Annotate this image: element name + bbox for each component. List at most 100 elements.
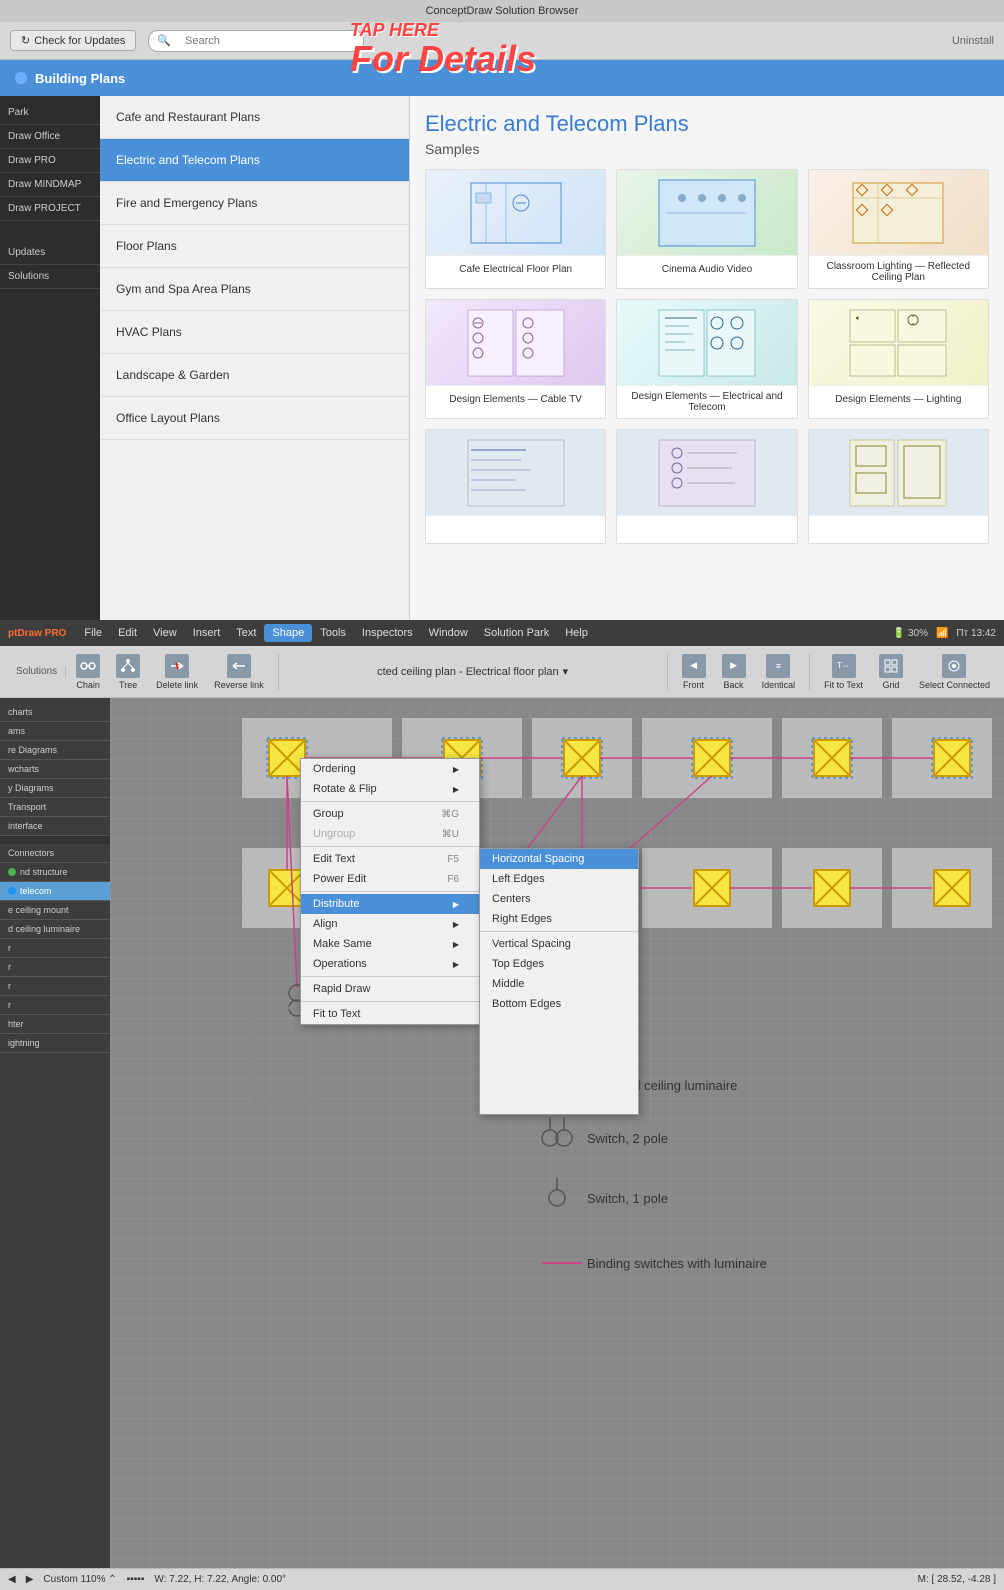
fit-to-text-tool[interactable]: T⇔ Fit to Text — [818, 652, 869, 692]
sidebar-item-solutions[interactable]: Solutions — [0, 265, 100, 289]
panel-item-transport[interactable]: Transport — [0, 798, 110, 817]
sample-card-7[interactable] — [425, 429, 606, 544]
ctx-left-edges[interactable]: Left Edges — [480, 869, 638, 889]
panel-item-ceiling-luminaire[interactable]: d ceiling luminaire — [0, 920, 110, 939]
titlebar-text: ConceptDraw Solution Browser — [426, 5, 579, 17]
panel-item-r2[interactable]: r — [0, 958, 110, 977]
page-nav-next[interactable]: ▶ — [26, 1574, 34, 1585]
sample-card-6[interactable]: Design Elements — Lighting — [808, 299, 989, 419]
zoom-level[interactable]: Custom 110% ⌃ — [43, 1574, 116, 1585]
panel-item-r3[interactable]: r — [0, 977, 110, 996]
ctx-align[interactable]: Align ▶ — [301, 914, 479, 934]
panel-item-hter[interactable]: hter — [0, 1015, 110, 1034]
grid-tool[interactable]: Grid — [873, 652, 909, 692]
panel-item-y-diagrams[interactable]: y Diagrams — [0, 779, 110, 798]
delete-link-label: Delete link — [156, 680, 198, 690]
sidebar-item-updates[interactable]: Updates — [0, 241, 100, 265]
ctx-centers[interactable]: Centers — [480, 889, 638, 909]
panel-item-r1[interactable]: r — [0, 939, 110, 958]
ctx-ordering[interactable]: Ordering ▶ — [301, 759, 479, 779]
sample-card-1[interactable]: Cafe Electrical Floor Plan — [425, 169, 606, 289]
panel-item-charts[interactable]: charts — [0, 703, 110, 722]
ctx-operations[interactable]: Operations ▶ — [301, 954, 479, 974]
sidebar-item-draw-office[interactable]: Draw Office — [0, 125, 100, 149]
front-tool[interactable]: ◀ Front — [676, 652, 712, 692]
ctx-rotate-flip[interactable]: Rotate & Flip ▶ — [301, 779, 479, 799]
ctx-rapid-draw[interactable]: Rapid Draw — [301, 979, 479, 999]
panel-item-re-diagrams[interactable]: re Diagrams — [0, 741, 110, 760]
menu-shape[interactable]: Shape — [264, 624, 312, 642]
ctx-vertical-spacing[interactable]: Vertical Spacing — [480, 934, 638, 954]
chain-tool[interactable]: Chain — [70, 652, 106, 692]
menu-insert[interactable]: Insert — [185, 624, 229, 642]
menu-help[interactable]: Help — [557, 624, 596, 642]
ctx-make-same[interactable]: Make Same ▶ — [301, 934, 479, 954]
nav-floor-plans[interactable]: Floor Plans — [100, 225, 409, 268]
nav-office-layout[interactable]: Office Layout Plans — [100, 397, 409, 440]
ctx-rapid-draw-label: Rapid Draw — [313, 983, 370, 995]
ctx-horizontal-spacing[interactable]: Horizontal Spacing — [480, 849, 638, 869]
dp-statusbar: ◀ ▶ Custom 110% ⌃ ▪▪▪▪▪ W: 7.22, H: 7.22… — [0, 1568, 1004, 1590]
reverse-link-tool[interactable]: Reverse link — [208, 652, 270, 692]
ctx-middle[interactable]: Middle — [480, 974, 638, 994]
menu-text[interactable]: Text — [228, 624, 264, 642]
nav-electric-telecom[interactable]: Electric and Telecom Plans — [100, 139, 409, 182]
delete-link-tool[interactable]: Delete link — [150, 652, 204, 692]
promo-overlay[interactable]: TAP HERE For Details — [350, 20, 536, 77]
menu-file[interactable]: File — [76, 624, 110, 642]
panel-item-interface[interactable]: interface — [0, 817, 110, 836]
menu-tools[interactable]: Tools — [312, 624, 354, 642]
sample-card-9[interactable] — [808, 429, 989, 544]
dp-toolbar: Solutions Chain Tree Delete link Reverse… — [0, 646, 1004, 698]
ctx-power-edit[interactable]: Power Edit F6 — [301, 869, 479, 889]
panel-item-ams[interactable]: ams — [0, 722, 110, 741]
sb-middle-nav: Cafe and Restaurant Plans Electric and T… — [100, 96, 410, 620]
menu-view[interactable]: View — [145, 624, 185, 642]
menu-window[interactable]: Window — [421, 624, 476, 642]
identical-tool[interactable]: ≡ Identical — [756, 652, 802, 692]
dp-canvas[interactable]: Enclosed ceiling luminaire Switch, 2 pol… — [110, 698, 1004, 1568]
sidebar-item-draw-project[interactable]: Draw PROJECT — [0, 197, 100, 221]
check-updates-button[interactable]: ↻ Check for Updates — [10, 30, 136, 51]
ctx-group[interactable]: Group ⌘G — [301, 804, 479, 824]
menu-inspectors[interactable]: Inspectors — [354, 624, 421, 642]
panel-item-nd-structure[interactable]: nd structure — [0, 863, 110, 882]
telecom-label: telecom — [20, 886, 52, 896]
nav-hvac[interactable]: HVAC Plans — [100, 311, 409, 354]
panel-item-wcharts[interactable]: wcharts — [0, 760, 110, 779]
menu-solution-park[interactable]: Solution Park — [476, 624, 557, 642]
menu-edit[interactable]: Edit — [110, 624, 145, 642]
nav-cafe-restaurant[interactable]: Cafe and Restaurant Plans — [100, 96, 409, 139]
ctx-bottom-edges[interactable]: Bottom Edges — [480, 994, 638, 1014]
nav-gym-spa[interactable]: Gym and Spa Area Plans — [100, 268, 409, 311]
panel-item-ceiling-mount[interactable]: e ceiling mount — [0, 901, 110, 920]
sample-card-2[interactable]: Cinema Audio Video — [616, 169, 797, 289]
panel-item-r4[interactable]: r — [0, 996, 110, 1015]
panel-item-ightning[interactable]: ightning — [0, 1034, 110, 1053]
nav-landscape-garden[interactable]: Landscape & Garden — [100, 354, 409, 397]
ctx-fit-to-text[interactable]: Fit to Text — [301, 1004, 479, 1024]
sidebar-item-park[interactable]: Park — [0, 101, 100, 125]
page-nav-prev[interactable]: ◀ — [8, 1574, 16, 1585]
ctx-right-edges[interactable]: Right Edges — [480, 909, 638, 929]
search-input[interactable] — [175, 33, 355, 49]
context-menu: Ordering ▶ Rotate & Flip ▶ Group ⌘G Ungr… — [300, 758, 640, 1025]
sidebar-item-draw-mindmap[interactable]: Draw MINDMAP — [0, 173, 100, 197]
select-connected-tool[interactable]: Select Connected — [913, 652, 996, 692]
dp-menubar: ptDraw PRO File Edit View Insert Text Sh… — [0, 620, 1004, 646]
uninstall-label[interactable]: Uninstall — [952, 35, 994, 47]
panel-item-connectors[interactable]: Connectors — [0, 844, 110, 863]
panel-item-telecom[interactable]: telecom — [0, 882, 110, 901]
sample-card-3[interactable]: Classroom Lighting — Reflected Ceiling P… — [808, 169, 989, 289]
sample-card-8[interactable] — [616, 429, 797, 544]
back-tool[interactable]: ▶ Back — [716, 652, 752, 692]
nav-fire-emergency[interactable]: Fire and Emergency Plans — [100, 182, 409, 225]
dropdown-icon[interactable]: ▾ — [563, 665, 569, 678]
sample-card-5[interactable]: Design Elements — Electrical and Telecom — [616, 299, 797, 419]
sample-card-4[interactable]: Design Elements — Cable TV — [425, 299, 606, 419]
ctx-distribute[interactable]: Distribute ▶ — [301, 894, 479, 914]
sidebar-item-draw-pro[interactable]: Draw PRO — [0, 149, 100, 173]
ctx-edit-text[interactable]: Edit Text F5 — [301, 849, 479, 869]
tree-tool[interactable]: Tree — [110, 652, 146, 692]
ctx-top-edges[interactable]: Top Edges — [480, 954, 638, 974]
